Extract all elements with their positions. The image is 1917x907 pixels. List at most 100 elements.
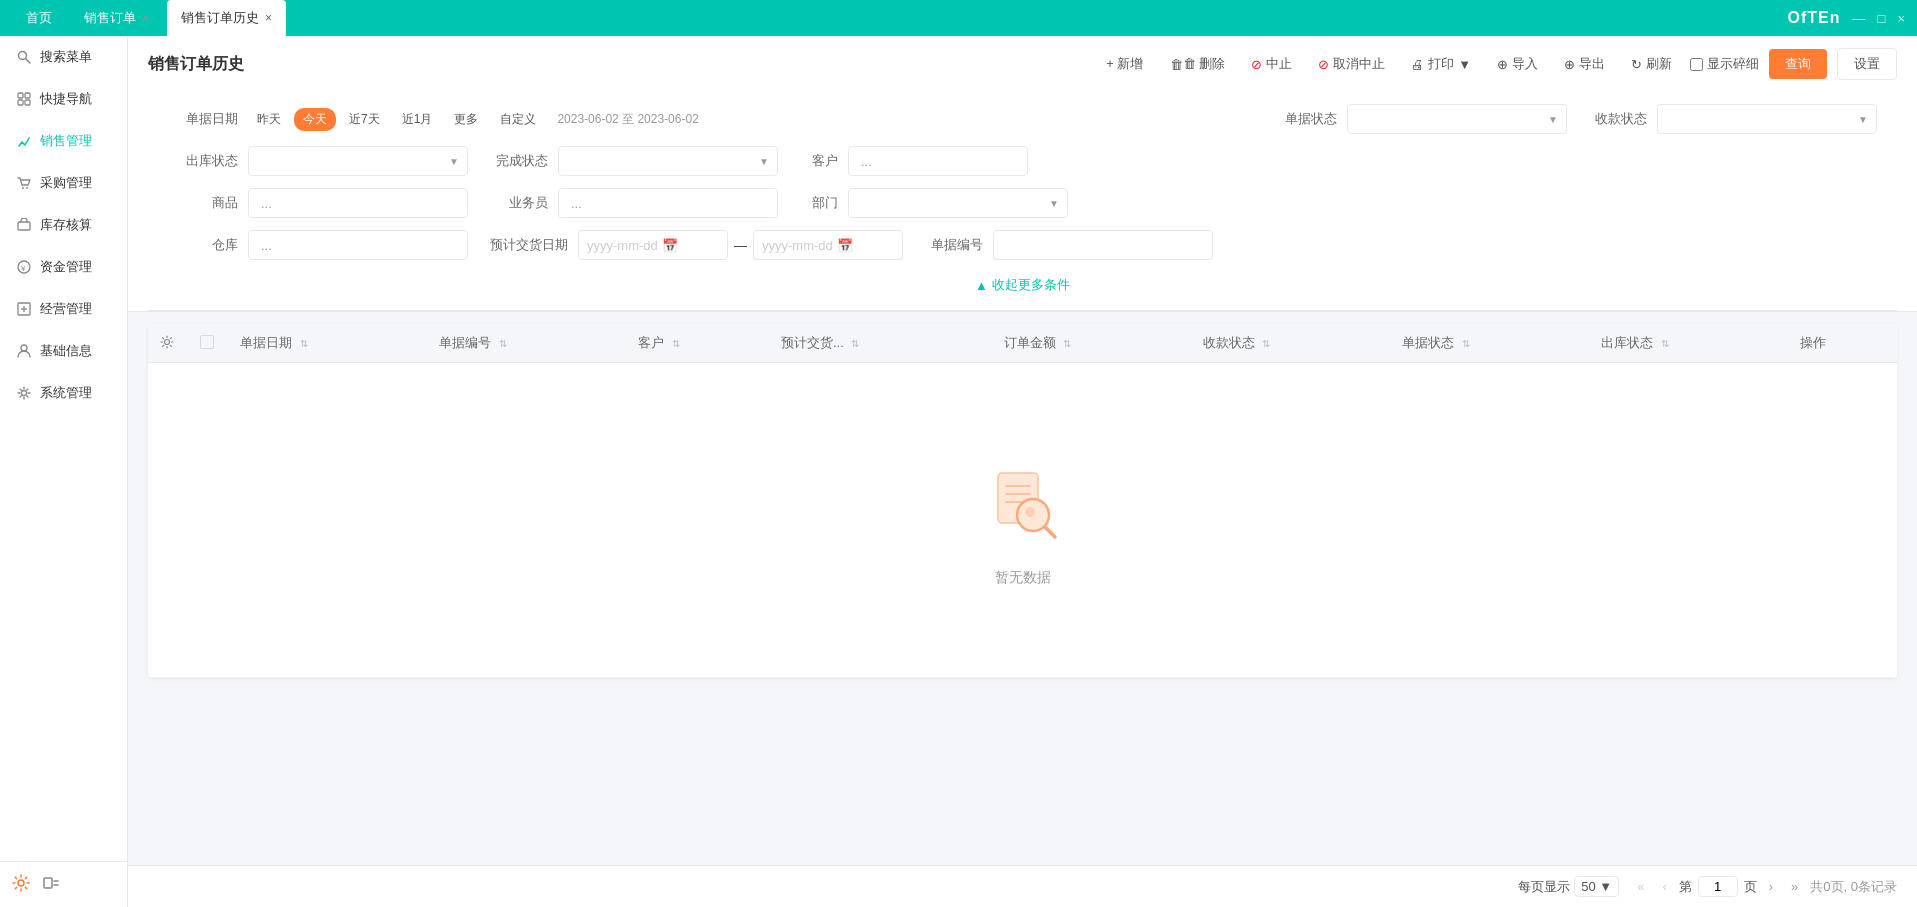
date-filter-control: 昨天 今天 近7天 近1月 更多 自定义 2023-06-02 至 2023-0… bbox=[248, 108, 1277, 131]
page-prev-button[interactable]: ‹ bbox=[1656, 877, 1672, 896]
sidebar-item-quick-nav[interactable]: 快捷导航 bbox=[0, 78, 127, 120]
tab-sales-order-close[interactable]: × bbox=[142, 11, 149, 25]
salesperson-picker[interactable]: ... bbox=[558, 188, 778, 218]
window-close[interactable]: × bbox=[1897, 11, 1905, 26]
select-all-checkbox[interactable] bbox=[200, 335, 214, 349]
svg-point-16 bbox=[18, 880, 24, 886]
svg-rect-17 bbox=[44, 878, 52, 888]
col-order-amount[interactable]: 订单金额 ⇅ bbox=[992, 324, 1191, 363]
page-size-select-box[interactable]: 50 ▼ bbox=[1574, 876, 1619, 897]
tab-list: 首页 销售订单 × 销售订单历史 × bbox=[12, 0, 286, 36]
payment-status-label: 收款状态 bbox=[1587, 110, 1657, 128]
sidebar-item-operations-mgmt[interactable]: 经营管理 bbox=[0, 288, 127, 330]
delivery-date-start[interactable]: yyyy-mm-dd 📅 bbox=[578, 230, 728, 260]
tab-sales-order[interactable]: 销售订单 × bbox=[70, 0, 163, 36]
delivery-date-label: 预计交货日期 bbox=[488, 236, 578, 254]
tab-sales-order-label: 销售订单 bbox=[84, 9, 136, 27]
sidebar-item-sales-mgmt[interactable]: 销售管理 bbox=[0, 120, 127, 162]
col-payment-status[interactable]: 收款状态 ⇅ bbox=[1191, 324, 1390, 363]
payment-status-arrow-icon: ▼ bbox=[1858, 114, 1868, 125]
window-maximize[interactable]: □ bbox=[1878, 11, 1886, 26]
date-btn-more[interactable]: 更多 bbox=[445, 108, 487, 131]
sidebar-item-inventory-calc[interactable]: 库存核算 bbox=[0, 204, 127, 246]
col-checkbox[interactable] bbox=[188, 324, 228, 363]
date-btn-custom[interactable]: 自定义 bbox=[491, 108, 545, 131]
system-icon bbox=[16, 385, 32, 401]
page-next-button[interactable]: › bbox=[1763, 877, 1779, 896]
new-button[interactable]: + 新增 bbox=[1098, 51, 1151, 77]
settings-button[interactable]: 设置 bbox=[1837, 48, 1897, 80]
outbound-status-select[interactable]: ▼ bbox=[248, 146, 468, 176]
sort-order-amount-icon: ⇅ bbox=[1063, 338, 1071, 349]
col-payment-status-label: 收款状态 bbox=[1203, 335, 1255, 350]
sidebar-item-capital-mgmt[interactable]: ¥ 资金管理 bbox=[0, 246, 127, 288]
tab-sales-order-history[interactable]: 销售订单历史 × bbox=[167, 0, 286, 36]
complete-status-select[interactable]: ▼ bbox=[558, 146, 778, 176]
print-button[interactable]: 🖨 打印 ▼ bbox=[1403, 51, 1479, 77]
svg-rect-4 bbox=[18, 100, 23, 105]
calendar-start-icon: 📅 bbox=[662, 238, 678, 253]
tab-home[interactable]: 首页 bbox=[12, 0, 66, 36]
import-icon: ⊕ bbox=[1497, 57, 1508, 72]
export-button[interactable]: ⊕ 导出 bbox=[1556, 51, 1613, 77]
filter-row-date: 单据日期 昨天 今天 近7天 近1月 更多 自定义 2023-06-02 至 2… bbox=[168, 104, 1877, 134]
sidebar-quick-nav-label: 快捷导航 bbox=[40, 90, 92, 108]
col-customer[interactable]: 客户 ⇅ bbox=[626, 324, 769, 363]
department-select[interactable]: ▼ bbox=[848, 188, 1068, 218]
customer-picker[interactable]: ... bbox=[848, 146, 1028, 176]
col-order-status-label: 单据状态 bbox=[1402, 335, 1454, 350]
sidebar-collapse-icon[interactable] bbox=[42, 874, 60, 895]
page-first-button[interactable]: « bbox=[1631, 877, 1650, 896]
product-picker[interactable]: ... bbox=[248, 188, 468, 218]
delivery-date-end[interactable]: yyyy-mm-dd 📅 bbox=[753, 230, 903, 260]
print-label: 打印 bbox=[1428, 55, 1454, 73]
page-last-button[interactable]: » bbox=[1785, 877, 1804, 896]
date-btn-today[interactable]: 今天 bbox=[294, 108, 336, 131]
empty-icon bbox=[973, 453, 1073, 553]
tab-sales-order-history-close[interactable]: × bbox=[265, 11, 272, 25]
collapse-row[interactable]: ▲ 收起更多条件 bbox=[168, 272, 1877, 298]
col-delivery-date[interactable]: 预计交货... ⇅ bbox=[769, 324, 992, 363]
query-button[interactable]: 查询 bbox=[1769, 49, 1827, 79]
page-number-input[interactable] bbox=[1698, 876, 1738, 897]
col-order-date-label: 单据日期 bbox=[240, 335, 292, 350]
empty-state-cell: 暂无数据 bbox=[148, 363, 1897, 678]
sidebar-item-purchase-mgmt[interactable]: 采购管理 bbox=[0, 162, 127, 204]
col-outbound-status[interactable]: 出库状态 ⇅ bbox=[1589, 324, 1788, 363]
date-btn-7days[interactable]: 近7天 bbox=[340, 108, 389, 131]
table-container: 单据日期 ⇅ 单据编号 ⇅ 客户 ⇅ 预计交货... bbox=[128, 312, 1917, 865]
table-footer: 每页显示 50 ▼ « ‹ 第 页 › » 共0页, 0条记录 bbox=[128, 865, 1917, 907]
svg-point-15 bbox=[22, 391, 27, 396]
import-button[interactable]: ⊕ 导入 bbox=[1489, 51, 1546, 77]
col-order-date[interactable]: 单据日期 ⇅ bbox=[228, 324, 427, 363]
display-cols-control[interactable]: 显示碎细 bbox=[1690, 55, 1759, 73]
window-minimize[interactable]: — bbox=[1853, 11, 1866, 26]
warehouse-label: 仓库 bbox=[168, 236, 248, 254]
order-no-input[interactable] bbox=[993, 230, 1213, 260]
sidebar-item-basic-info[interactable]: 基础信息 bbox=[0, 330, 127, 372]
order-status-select[interactable]: ▼ bbox=[1347, 104, 1567, 134]
warehouse-picker[interactable]: ... bbox=[248, 230, 468, 260]
page-size-control: 每页显示 50 ▼ bbox=[1518, 876, 1619, 897]
stop-button[interactable]: ⊘ 中止 bbox=[1243, 51, 1300, 77]
date-btn-yesterday[interactable]: 昨天 bbox=[248, 108, 290, 131]
refresh-button[interactable]: ↻ 刷新 bbox=[1623, 51, 1680, 77]
display-cols-checkbox[interactable] bbox=[1690, 58, 1703, 71]
cancel-stop-label: 取消中止 bbox=[1333, 55, 1385, 73]
delete-button[interactable]: 🗑 🗑 删除 bbox=[1162, 51, 1234, 77]
sidebar-basic-info-label: 基础信息 bbox=[40, 342, 92, 360]
col-settings[interactable] bbox=[148, 324, 188, 363]
sidebar-gear-icon[interactable] bbox=[12, 874, 30, 895]
sidebar-item-system-mgmt[interactable]: 系统管理 bbox=[0, 372, 127, 414]
filter-area: 单据日期 昨天 今天 近7天 近1月 更多 自定义 2023-06-02 至 2… bbox=[148, 92, 1897, 311]
page-size-value: 50 bbox=[1581, 879, 1595, 894]
page-label: 第 bbox=[1679, 878, 1692, 896]
payment-status-select[interactable]: ▼ bbox=[1657, 104, 1877, 134]
svg-rect-3 bbox=[25, 93, 30, 98]
col-order-no[interactable]: 单据编号 ⇅ bbox=[427, 324, 626, 363]
date-btn-1month[interactable]: 近1月 bbox=[393, 108, 442, 131]
department-arrow-icon: ▼ bbox=[1049, 198, 1059, 209]
sidebar-item-search-menu[interactable]: 搜索菜单 bbox=[0, 36, 127, 78]
col-order-status[interactable]: 单据状态 ⇅ bbox=[1390, 324, 1589, 363]
cancel-stop-button[interactable]: ⊘ 取消中止 bbox=[1310, 51, 1393, 77]
